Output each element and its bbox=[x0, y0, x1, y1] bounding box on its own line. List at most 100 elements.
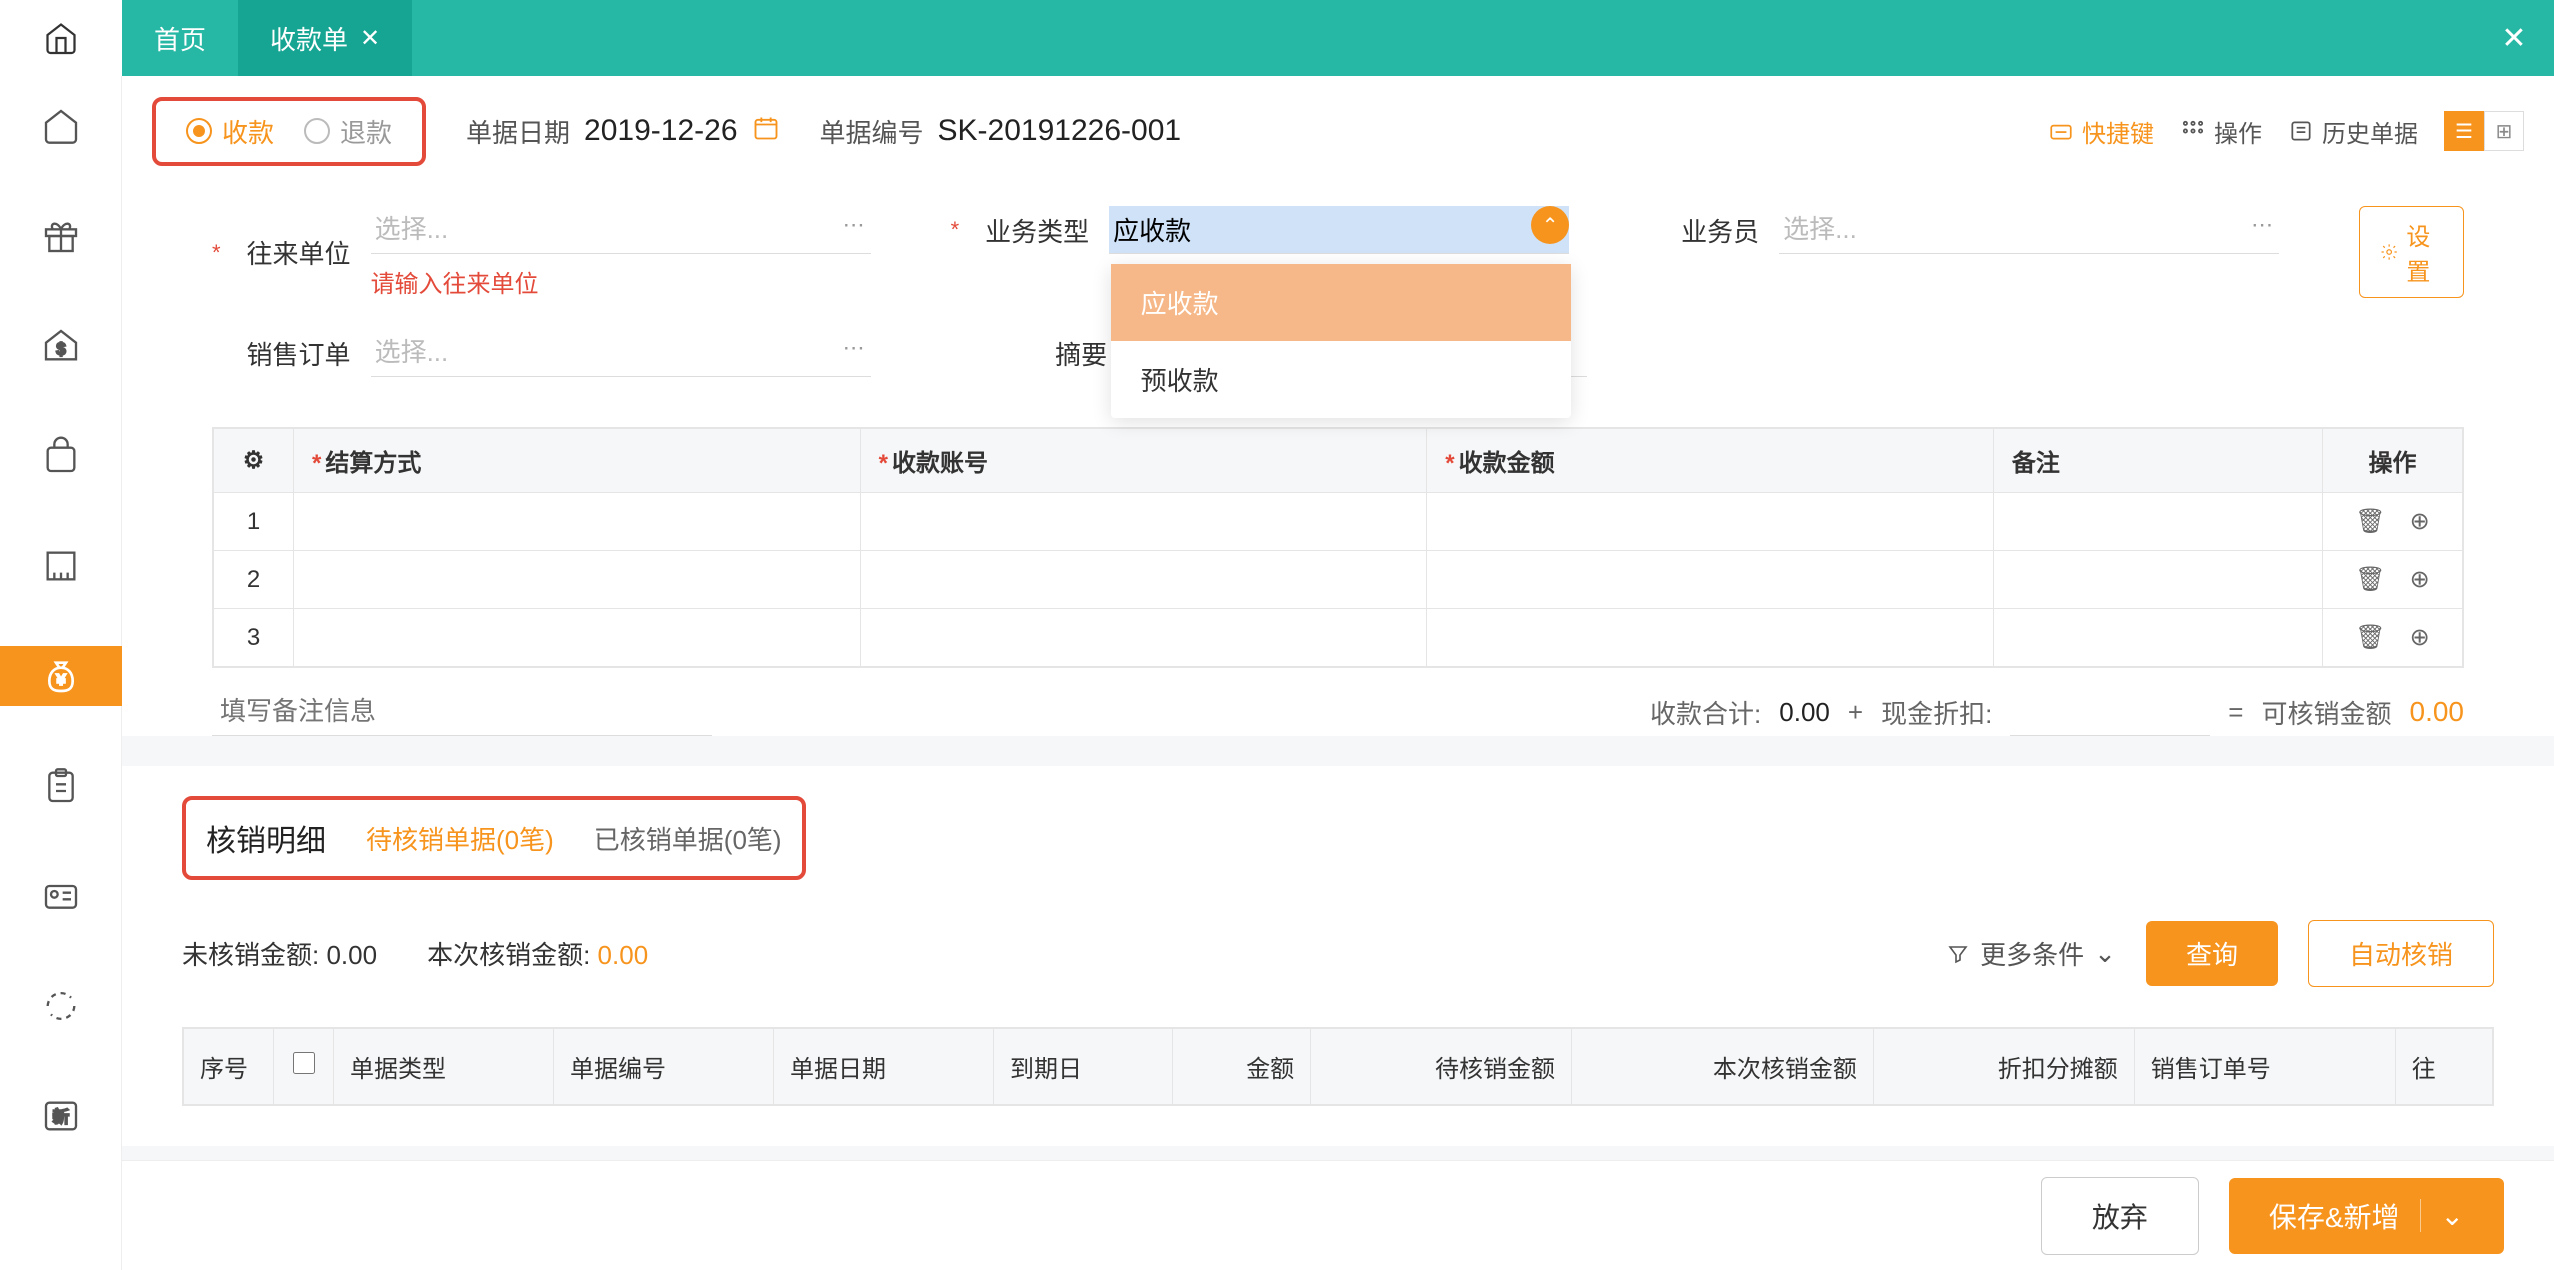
sidebar-bag-icon[interactable] bbox=[31, 426, 91, 486]
remark-input[interactable] bbox=[212, 688, 712, 736]
save-label: 保存&新增 bbox=[2269, 1196, 2400, 1236]
shortcut-label: 快捷键 bbox=[2082, 114, 2154, 149]
wcol-pending: 待核销金额 bbox=[1311, 1029, 1572, 1105]
row-num: 1 bbox=[214, 493, 294, 551]
svg-text:¥: ¥ bbox=[55, 671, 65, 688]
type-radio-group: 收款 退款 bbox=[152, 97, 426, 166]
thiswrite-label: 本次核销金额: bbox=[427, 940, 590, 970]
table-row: 1 🗑 ⊕ bbox=[214, 493, 2463, 551]
sidebar-building-icon[interactable] bbox=[31, 536, 91, 596]
operate-label: 操作 bbox=[2214, 114, 2262, 149]
radio-shoukuan-label: 收款 bbox=[222, 113, 274, 150]
chevron-up-icon[interactable]: ⌃ bbox=[1531, 206, 1569, 244]
sidebar-gift-icon[interactable] bbox=[31, 206, 91, 266]
col-settle: 结算方式 bbox=[294, 429, 861, 493]
more-icon[interactable]: ⋯ bbox=[843, 212, 865, 238]
save-button[interactable]: 保存&新增 ⌄ bbox=[2229, 1178, 2504, 1254]
gear-icon[interactable]: ⚙ bbox=[214, 429, 294, 493]
query-button[interactable]: 查询 bbox=[2146, 921, 2278, 986]
salesman-input[interactable] bbox=[1779, 206, 2279, 254]
radio-shoukuan[interactable]: 收款 bbox=[186, 113, 274, 150]
row-num: 2 bbox=[214, 551, 294, 609]
wanglai-input[interactable] bbox=[371, 206, 871, 254]
add-icon[interactable]: ⊕ bbox=[2410, 507, 2430, 536]
wcol-check bbox=[274, 1029, 334, 1105]
unwrite-value: 0.00 bbox=[326, 940, 377, 970]
header-close-icon[interactable]: ✕ bbox=[2474, 0, 2554, 76]
delete-icon[interactable]: 🗑 bbox=[2355, 565, 2385, 594]
wanglai-error: 请输入往来单位 bbox=[371, 264, 871, 299]
select-all-checkbox[interactable] bbox=[293, 1052, 315, 1074]
writeoff-amounts: 未核销金额: 0.00 本次核销金额: 0.00 更多条件⌄ 查询 自动核销 bbox=[182, 920, 2494, 987]
wanglai-label: 往来单位 bbox=[241, 234, 351, 271]
wcol-due: 到期日 bbox=[993, 1029, 1172, 1105]
thiswrite-value: 0.00 bbox=[598, 940, 649, 970]
svg-text:新: 新 bbox=[52, 1108, 69, 1127]
row-num: 3 bbox=[214, 609, 294, 667]
history-button[interactable]: 历史单据 bbox=[2288, 114, 2418, 149]
col-account: 收款账号 bbox=[860, 429, 1427, 493]
view-toggle: ☰ ⊞ bbox=[2444, 111, 2524, 151]
salesman-label: 业务员 bbox=[1649, 212, 1759, 249]
shortcut-button[interactable]: 快捷键 bbox=[2048, 114, 2154, 149]
calendar-icon[interactable] bbox=[752, 114, 780, 149]
more-icon[interactable]: ⋯ bbox=[2251, 212, 2273, 238]
tab-pending[interactable]: 待核销单据(0笔) bbox=[366, 820, 554, 857]
auto-writeoff-button[interactable]: 自动核销 bbox=[2308, 920, 2494, 987]
payment-table: ⚙ 结算方式 收款账号 收款金额 备注 操作 1🗑⊕ 2🗑⊕ 3🗑⊕ bbox=[212, 427, 2464, 668]
bill-date-label: 单据日期 bbox=[466, 113, 570, 150]
sidebar-sync-icon[interactable] bbox=[31, 976, 91, 1036]
salesorder-input[interactable] bbox=[371, 329, 871, 377]
add-icon[interactable]: ⊕ bbox=[2410, 565, 2430, 594]
wcol-type: 单据类型 bbox=[334, 1029, 554, 1105]
add-icon[interactable]: ⊕ bbox=[2410, 623, 2430, 652]
bill-no-value: SK-20191226-001 bbox=[938, 114, 1182, 148]
history-label: 历史单据 bbox=[2322, 114, 2418, 149]
total-label: 收款合计: bbox=[1650, 694, 1761, 731]
dropdown-opt-yingshou[interactable]: 应收款 bbox=[1111, 264, 1571, 341]
sidebar-new-icon[interactable]: 新 bbox=[31, 1086, 91, 1146]
more-conditions-button[interactable]: 更多条件⌄ bbox=[1946, 935, 2116, 972]
field-biztype: *业务类型 ⌃ 应收款 预收款 bbox=[951, 206, 1570, 254]
main-content: 收款 退款 单据日期 2019-12-26 单据编号 SK-20191226-0… bbox=[122, 76, 2554, 1270]
plus-sign: + bbox=[1848, 697, 1863, 728]
app-home-button[interactable] bbox=[0, 0, 122, 76]
biztype-input[interactable] bbox=[1109, 206, 1569, 254]
unwrite-label: 未核销金额: bbox=[182, 940, 319, 970]
delete-icon[interactable]: 🗑 bbox=[2355, 507, 2385, 536]
sidebar-clipboard-icon[interactable] bbox=[31, 756, 91, 816]
wcol-wanglai: 往 bbox=[2395, 1029, 2492, 1105]
sidebar-card-icon[interactable] bbox=[31, 866, 91, 926]
tab-receipt[interactable]: 收款单 ✕ bbox=[238, 0, 412, 76]
wcol-discount: 折扣分摊额 bbox=[1873, 1029, 2134, 1105]
dropdown-opt-yushou[interactable]: 预收款 bbox=[1111, 341, 1571, 418]
sidebar-house-money-icon[interactable]: $ bbox=[31, 316, 91, 376]
form-fields: *往来单位 ⋯ 请输入往来单位 *业务类型 ⌃ 应收款 bbox=[152, 176, 2524, 427]
summary-bar: 收款合计: 0.00 + 现金折扣: = 可核销金额 0.00 bbox=[212, 688, 2464, 736]
bill-no: 单据编号 SK-20191226-001 bbox=[820, 113, 1182, 150]
discount-input[interactable] bbox=[2010, 688, 2210, 736]
chevron-down-icon[interactable]: ⌄ bbox=[2420, 1199, 2464, 1232]
chevron-down-icon: ⌄ bbox=[2094, 938, 2116, 969]
tab-home[interactable]: 首页 bbox=[122, 0, 238, 76]
tab-done[interactable]: 已核销单据(0笔) bbox=[594, 820, 782, 857]
close-icon[interactable]: ✕ bbox=[360, 24, 380, 53]
wcol-seq: 序号 bbox=[184, 1029, 274, 1105]
bill-date-value: 2019-12-26 bbox=[584, 114, 737, 148]
radio-tuikuan[interactable]: 退款 bbox=[304, 113, 392, 150]
wcol-date: 单据日期 bbox=[773, 1029, 993, 1105]
delete-icon[interactable]: 🗑 bbox=[2355, 623, 2385, 652]
sidebar-home-icon[interactable] bbox=[31, 96, 91, 156]
wcol-order: 销售订单号 bbox=[2134, 1029, 2395, 1105]
footer-actions: 放弃 保存&新增 ⌄ bbox=[122, 1160, 2554, 1270]
view-grid-icon[interactable]: ⊞ bbox=[2484, 111, 2524, 151]
writeoff-label: 可核销金额 bbox=[2261, 694, 2391, 731]
cancel-button[interactable]: 放弃 bbox=[2041, 1177, 2199, 1255]
total-value: 0.00 bbox=[1779, 697, 1830, 728]
settings-button[interactable]: 设置 bbox=[2359, 206, 2464, 298]
sidebar-money-bag-icon[interactable]: ¥ bbox=[0, 646, 122, 706]
view-list-icon[interactable]: ☰ bbox=[2444, 111, 2484, 151]
more-icon[interactable]: ⋯ bbox=[843, 335, 865, 361]
operate-button[interactable]: 操作 bbox=[2180, 114, 2262, 149]
writeoff-title: 核销明细 bbox=[206, 816, 326, 860]
